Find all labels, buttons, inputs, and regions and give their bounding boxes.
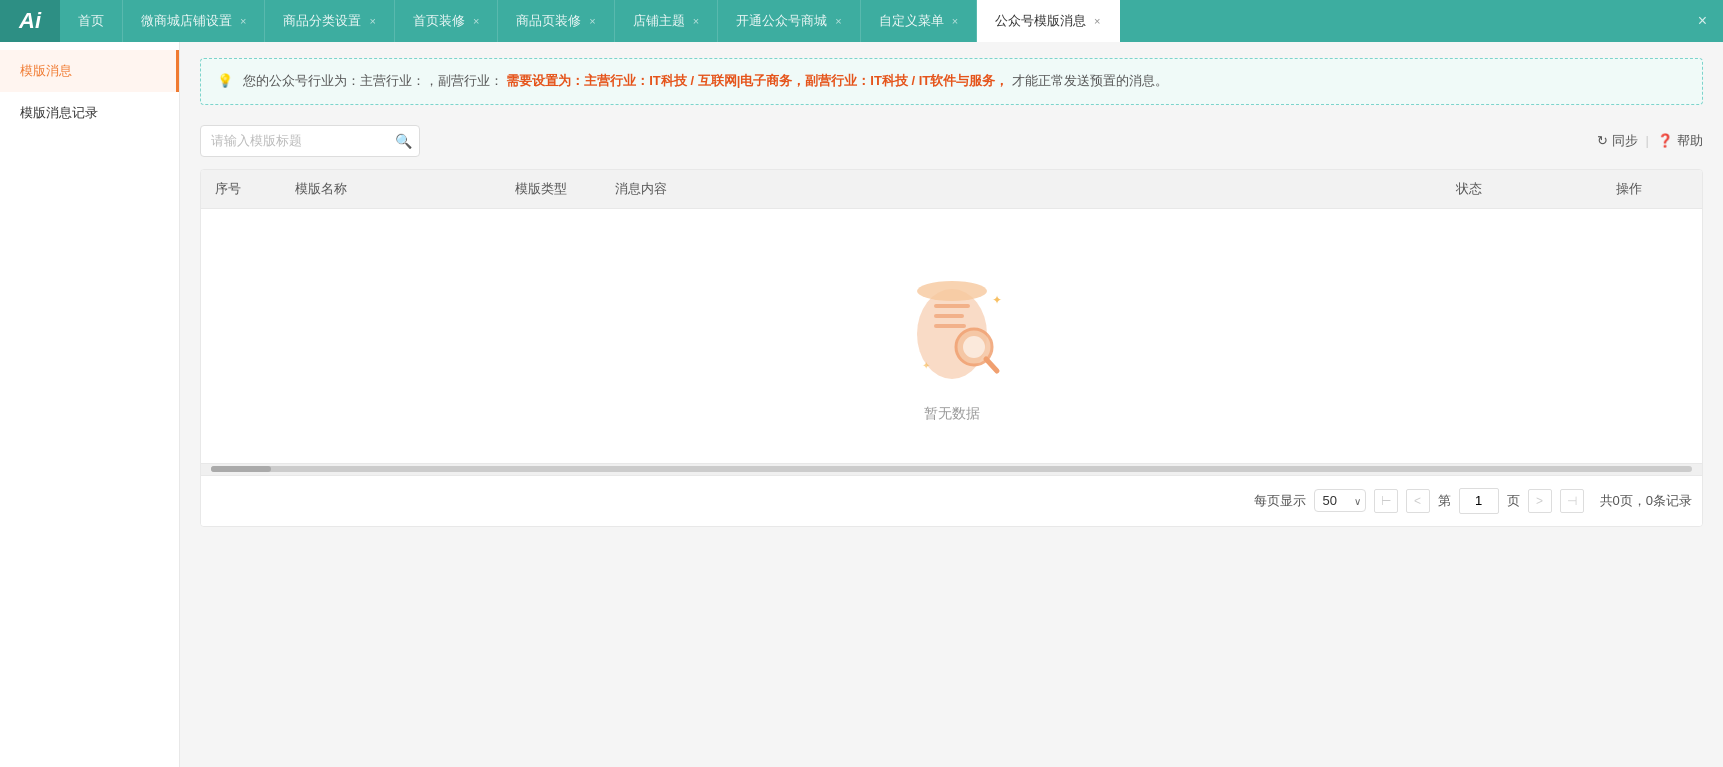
content-area: 💡 您的公众号行业为：主营行业：，副营行业： 需要设置为：主营行业：IT科技 /… [180,42,1723,767]
tab-product-decor-label: 商品页装修 [516,12,581,30]
col-header-name: 模版名称 [281,170,501,209]
svg-point-1 [917,281,987,301]
global-close-button[interactable]: × [1682,12,1723,30]
next-page-button[interactable]: > [1528,489,1552,513]
page-total: 共0页，0条记录 [1600,492,1692,510]
notice-highlight: 需要设置为：主营行业：IT科技 / 互联网|电子商务，副营行业：IT科技 / I… [506,73,1008,88]
col-header-status: 状态 [1442,170,1602,209]
notice-banner: 💡 您的公众号行业为：主营行业：，副营行业： 需要设置为：主营行业：IT科技 /… [200,58,1703,105]
empty-illustration: ✦ ✦ [892,269,1012,389]
sync-label: 同步 [1612,132,1638,150]
main-layout: 模版消息 模版消息记录 💡 您的公众号行业为：主营行业：，副营行业： 需要设置为… [0,42,1723,767]
tab-open-mall[interactable]: 开通公众号商城 × [718,0,860,42]
tab-shop-theme-close[interactable]: × [693,15,699,27]
sync-button[interactable]: ↻ 同步 [1597,132,1638,150]
notice-icon: 💡 [217,73,233,88]
search-icon[interactable]: 🔍 [395,133,412,149]
svg-rect-3 [934,314,964,318]
table-body: ✦ ✦ 暂无数据 [201,208,1702,463]
svg-rect-2 [934,304,970,308]
page-number-input[interactable] [1459,488,1499,514]
tab-home-decor-close[interactable]: × [473,15,479,27]
search-input[interactable] [200,125,420,157]
tab-shop-setting-close[interactable]: × [240,15,246,27]
tab-custom-menu-label: 自定义菜单 [879,12,944,30]
tab-template-msg-close[interactable]: × [1094,15,1100,27]
last-page-button[interactable]: ⊣ [1560,489,1584,513]
tab-open-mall-label: 开通公众号商城 [736,12,827,30]
scrollbar-area[interactable] [201,463,1702,475]
help-label: 帮助 [1677,132,1703,150]
page-size-select-wrap[interactable]: 50 10 20 100 [1314,489,1366,512]
svg-text:✦: ✦ [922,360,930,371]
svg-rect-4 [934,324,966,328]
tab-category-setting-label: 商品分类设置 [283,12,361,30]
col-header-type: 模版类型 [501,170,601,209]
top-nav: Ai 首页 微商城店铺设置 × 商品分类设置 × 首页装修 × 商品页装修 × … [0,0,1723,42]
empty-text: 暂无数据 [924,405,980,423]
tab-product-decor[interactable]: 商品页装修 × [498,0,614,42]
search-bar: 🔍 ↻ 同步 | ❓ 帮助 [200,125,1703,157]
toolbar-right: ↻ 同步 | ❓ 帮助 [1597,132,1703,150]
table-header-row: 序号 模版名称 模版类型 消息内容 状态 操作 [201,170,1702,209]
col-header-action: 操作 [1602,170,1702,209]
tab-template-msg-label: 公众号模版消息 [995,12,1086,30]
help-button[interactable]: ❓ 帮助 [1657,132,1703,150]
tab-shop-setting[interactable]: 微商城店铺设置 × [123,0,265,42]
tab-home-decor-label: 首页装修 [413,12,465,30]
svg-point-6 [963,336,985,358]
scrollbar-track[interactable] [211,466,1692,472]
data-table: 序号 模版名称 模版类型 消息内容 状态 操作 [201,170,1702,463]
sync-icon: ↻ [1597,133,1608,148]
page-size-select[interactable]: 50 10 20 100 [1314,489,1366,512]
tab-open-mall-close[interactable]: × [835,15,841,27]
tab-category-setting-close[interactable]: × [369,15,375,27]
app-logo: Ai [0,0,60,42]
tab-home[interactable]: 首页 [60,0,123,42]
prev-page-button[interactable]: < [1406,489,1430,513]
first-page-button[interactable]: ⊢ [1374,489,1398,513]
sidebar-item-template-msg[interactable]: 模版消息 [0,50,179,92]
page-size-label: 每页显示 [1254,492,1306,510]
sidebar: 模版消息 模版消息记录 [0,42,180,767]
table-wrap: 序号 模版名称 模版类型 消息内容 状态 操作 [200,169,1703,527]
notice-text-after: 才能正常发送预置的消息。 [1012,73,1168,88]
tab-category-setting[interactable]: 商品分类设置 × [265,0,394,42]
page-label-before: 第 [1438,492,1451,510]
page-label-after: 页 [1507,492,1520,510]
tab-shop-theme-label: 店铺主题 [633,12,685,30]
tab-product-decor-close[interactable]: × [589,15,595,27]
empty-state: ✦ ✦ 暂无数据 [201,209,1702,463]
tab-shop-setting-label: 微商城店铺设置 [141,12,232,30]
pagination: 每页显示 50 10 20 100 ⊢ < 第 页 > ⊣ 共0页，0条记录 [201,475,1702,526]
toolbar-divider: | [1646,133,1649,148]
col-header-content: 消息内容 [601,170,1442,209]
tab-home-decor[interactable]: 首页装修 × [395,0,498,42]
svg-line-7 [986,359,997,371]
search-input-wrap: 🔍 [200,125,420,157]
sidebar-item-template-msg-record[interactable]: 模版消息记录 [0,92,179,134]
tab-custom-menu-close[interactable]: × [952,15,958,27]
tab-home-label: 首页 [78,12,104,30]
tab-shop-theme[interactable]: 店铺主题 × [615,0,718,42]
svg-text:✦: ✦ [992,293,1002,307]
tab-custom-menu[interactable]: 自定义菜单 × [861,0,977,42]
help-icon: ❓ [1657,133,1673,148]
notice-text-before: 您的公众号行业为：主营行业：，副营行业： [243,73,503,88]
empty-row: ✦ ✦ 暂无数据 [201,208,1702,463]
col-header-seq: 序号 [201,170,281,209]
tab-template-msg[interactable]: 公众号模版消息 × [977,0,1119,42]
